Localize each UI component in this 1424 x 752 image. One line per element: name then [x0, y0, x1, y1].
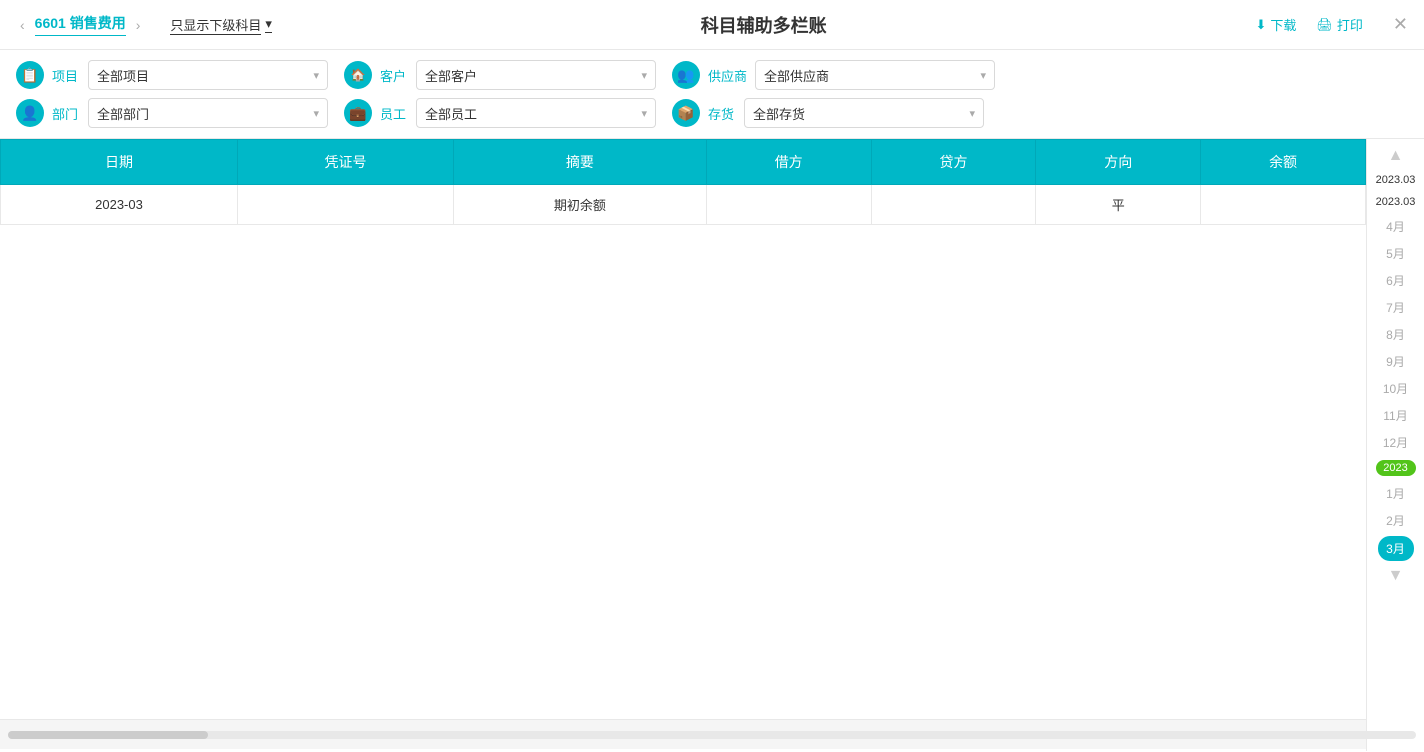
top-bar: ‹ 6601 销售费用 › 只显示下级科目 ▾ 科目辅助多栏账 ⬇ 下载 🖨 打…	[0, 0, 1424, 50]
month-item-3-active[interactable]: 3月	[1378, 536, 1414, 561]
inventory-icon: 📦	[672, 99, 700, 127]
filter-row-1: 📋 项目 全部项目 ▾ 🏠 客户 全部客户 ▾ 👥 供应商 全部供应	[16, 60, 1408, 90]
department-arrow: ▾	[313, 107, 319, 120]
account-code: 6601 销售费用	[35, 13, 126, 36]
cell-credit	[871, 185, 1036, 225]
bottom-scrollbar[interactable]	[0, 719, 1424, 749]
inventory-arrow: ▾	[969, 107, 975, 120]
month-item-period1[interactable]: 2023.03	[1376, 169, 1416, 191]
scrollbar-track[interactable]	[8, 731, 1416, 739]
col-date: 日期	[1, 140, 238, 185]
cell-summary: 期初余额	[454, 185, 707, 225]
nav-area: ‹ 6601 销售费用 › 只显示下级科目 ▾	[16, 13, 272, 36]
filter-supplier: 👥 供应商 全部供应商 ▾	[672, 60, 995, 90]
supplier-icon: 👥	[672, 61, 700, 89]
main-content: 日期 凭证号 摘要 借方 贷方 方向 余额 2023-03 期初余额	[0, 139, 1424, 719]
download-button[interactable]: ⬇ 下载	[1255, 15, 1296, 34]
close-button[interactable]: ✕	[1393, 14, 1408, 35]
month-nav-down[interactable]: ▼	[1384, 563, 1408, 589]
customer-select[interactable]: 全部客户 ▾	[416, 60, 656, 90]
project-arrow: ▾	[313, 69, 319, 82]
filter-area: 📋 项目 全部项目 ▾ 🏠 客户 全部客户 ▾ 👥 供应商 全部供应	[0, 50, 1424, 139]
month-nav-up[interactable]: ▲	[1384, 143, 1408, 169]
month-item-12[interactable]: 12月	[1367, 429, 1424, 456]
supplier-select[interactable]: 全部供应商 ▾	[755, 60, 995, 90]
customer-arrow: ▾	[641, 69, 647, 82]
col-voucher: 凭证号	[238, 140, 454, 185]
month-item-10[interactable]: 10月	[1367, 375, 1424, 402]
col-direction: 方向	[1036, 140, 1201, 185]
cell-direction: 平	[1036, 185, 1201, 225]
main-window: ‹ 6601 销售费用 › 只显示下级科目 ▾ 科目辅助多栏账 ⬇ 下载 🖨 打…	[0, 0, 1424, 752]
month-item-2[interactable]: 2月	[1367, 507, 1424, 534]
ledger-table: 日期 凭证号 摘要 借方 贷方 方向 余额 2023-03 期初余额	[0, 139, 1366, 225]
inventory-label: 存货	[708, 104, 736, 123]
col-balance: 余额	[1201, 140, 1366, 185]
customer-label: 客户	[380, 66, 408, 85]
employee-arrow: ▾	[641, 107, 647, 120]
nav-left-button[interactable]: ‹	[16, 15, 29, 35]
department-icon: 👤	[16, 99, 44, 127]
page-title: 科目辅助多栏账	[272, 12, 1256, 38]
customer-icon: 🏠	[344, 61, 372, 89]
department-label: 部门	[52, 104, 80, 123]
filter-customer: 🏠 客户 全部客户 ▾	[344, 60, 656, 90]
employee-label: 员工	[380, 104, 408, 123]
print-icon: 🖨	[1316, 17, 1333, 33]
customer-value: 全部客户	[425, 66, 477, 85]
month-item-11[interactable]: 11月	[1367, 402, 1424, 429]
supplier-arrow: ▾	[980, 69, 986, 82]
department-select[interactable]: 全部部门 ▾	[88, 98, 328, 128]
download-icon: ⬇	[1255, 17, 1266, 33]
month-item-5[interactable]: 5月	[1367, 240, 1424, 267]
employee-icon: 💼	[344, 99, 372, 127]
filter-employee: 💼 员工 全部员工 ▾	[344, 98, 656, 128]
show-sub-select[interactable]: 只显示下级科目 ▾	[170, 15, 272, 35]
filter-inventory: 📦 存货 全部存货 ▾	[672, 98, 984, 128]
scrollbar-thumb[interactable]	[8, 731, 208, 739]
month-item-1[interactable]: 1月	[1367, 480, 1424, 507]
department-value: 全部部门	[97, 104, 149, 123]
filter-row-2: 👤 部门 全部部门 ▾ 💼 员工 全部员工 ▾ 📦 存货 全部存货	[16, 98, 1408, 128]
year-badge-2023: 2023	[1376, 460, 1416, 476]
action-buttons: ⬇ 下载 🖨 打印 ✕	[1255, 14, 1408, 35]
print-button[interactable]: 🖨 打印	[1316, 15, 1363, 34]
cell-debit	[706, 185, 871, 225]
project-select[interactable]: 全部项目 ▾	[88, 60, 328, 90]
cell-balance	[1201, 185, 1366, 225]
month-panel: ▲ 2023.03 2023.03 4月 5月 6月 7月 8月 9月 10月 …	[1366, 139, 1424, 751]
month-item-8[interactable]: 8月	[1367, 321, 1424, 348]
table-container[interactable]: 日期 凭证号 摘要 借方 贷方 方向 余额 2023-03 期初余额	[0, 139, 1366, 719]
month-item-9[interactable]: 9月	[1367, 348, 1424, 375]
month-item-6[interactable]: 6月	[1367, 267, 1424, 294]
cell-date: 2023-03	[1, 185, 238, 225]
supplier-value: 全部供应商	[764, 66, 829, 85]
inventory-select[interactable]: 全部存货 ▾	[744, 98, 984, 128]
project-value: 全部项目	[97, 66, 149, 85]
supplier-label: 供应商	[708, 66, 747, 85]
col-debit: 借方	[706, 140, 871, 185]
table-row: 2023-03 期初余额 平	[1, 185, 1366, 225]
nav-right-button[interactable]: ›	[132, 15, 145, 35]
table-header-row: 日期 凭证号 摘要 借方 贷方 方向 余额	[1, 140, 1366, 185]
employee-value: 全部员工	[425, 104, 477, 123]
col-credit: 贷方	[871, 140, 1036, 185]
month-item-4[interactable]: 4月	[1367, 213, 1424, 240]
inventory-value: 全部存货	[753, 104, 805, 123]
filter-project: 📋 项目 全部项目 ▾	[16, 60, 328, 90]
col-summary: 摘要	[454, 140, 707, 185]
month-item-period2[interactable]: 2023.03	[1376, 191, 1416, 213]
project-label: 项目	[52, 66, 80, 85]
project-icon: 📋	[16, 61, 44, 89]
filter-department: 👤 部门 全部部门 ▾	[16, 98, 328, 128]
cell-voucher	[238, 185, 454, 225]
month-item-7[interactable]: 7月	[1367, 294, 1424, 321]
employee-select[interactable]: 全部员工 ▾	[416, 98, 656, 128]
